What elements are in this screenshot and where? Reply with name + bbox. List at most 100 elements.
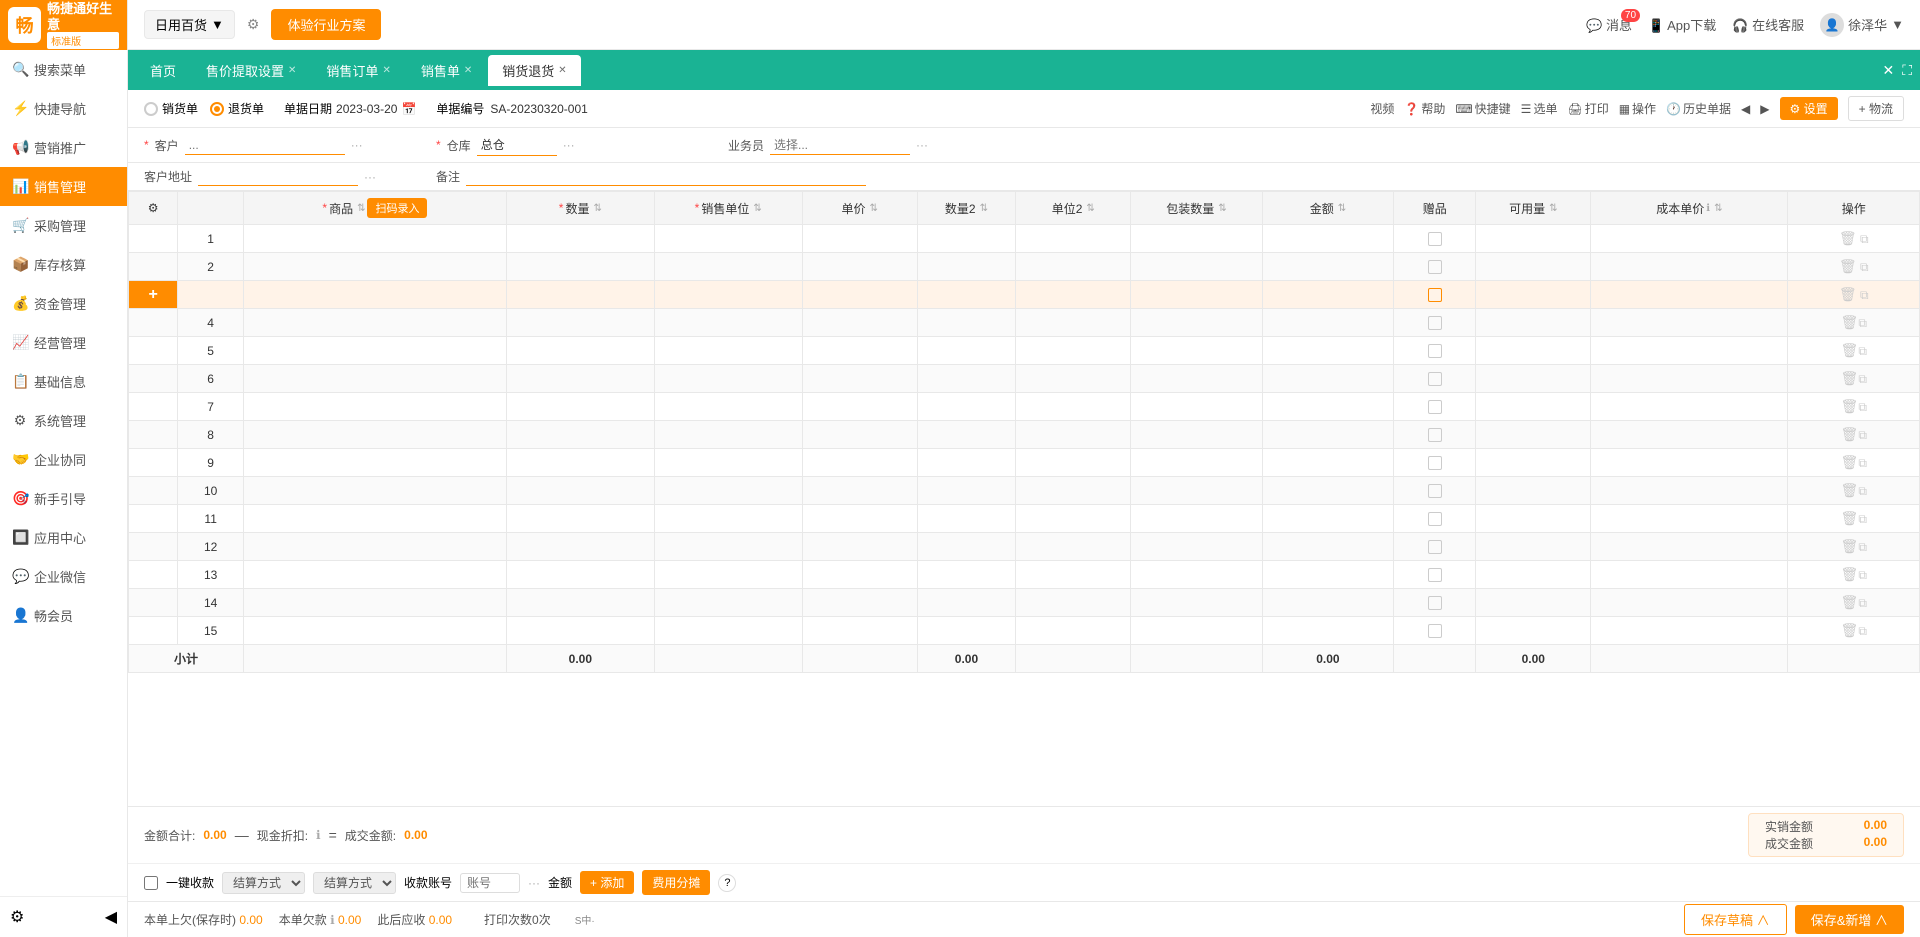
cost-sort-icon[interactable]: ⇅ xyxy=(1714,203,1722,214)
user-info[interactable]: 👤 徐泽华 ▼ xyxy=(1820,13,1904,37)
row-delete-btn[interactable]: 🗑 xyxy=(1841,622,1859,638)
tab-sales-order[interactable]: 销售订单 ✕ xyxy=(312,55,404,86)
sidebar-item-marketing[interactable]: 📢 营销推广 xyxy=(0,128,127,167)
customer-more-icon[interactable]: ··· xyxy=(351,138,363,152)
row-copy-btn[interactable]: ⧉ xyxy=(1860,288,1869,302)
table-gear-icon[interactable]: ⚙ xyxy=(148,201,159,215)
tab-home[interactable]: 首页 xyxy=(136,55,190,86)
row-copy-btn[interactable]: ⧉ xyxy=(1858,484,1867,498)
scan-btn[interactable]: 扫码录入 xyxy=(367,198,427,218)
discount-info-icon[interactable]: ℹ xyxy=(316,828,321,842)
maximize-btn[interactable]: ⛶ xyxy=(1902,62,1912,79)
tab-close-sales-return[interactable]: ✕ xyxy=(558,65,566,76)
sidebar-item-sales[interactable]: 📊 销售管理 xyxy=(0,167,127,206)
calendar-icon[interactable]: 📅 xyxy=(401,102,416,116)
sidebar-item-apps[interactable]: 🔲 应用中心 xyxy=(0,518,127,557)
row-copy-btn[interactable]: ⧉ xyxy=(1858,372,1867,386)
radio-sales-bill[interactable]: 销货单 xyxy=(144,100,198,117)
sidebar-item-purchase[interactable]: 🛒 采购管理 xyxy=(0,206,127,245)
row-delete-btn[interactable]: 🗑 xyxy=(1839,258,1857,274)
industry-dropdown[interactable]: 日用百货 ▼ xyxy=(144,10,235,39)
row-delete-btn[interactable]: 🗑 xyxy=(1841,510,1859,526)
row-delete-btn[interactable]: 🗑 xyxy=(1841,594,1859,610)
add-payment-btn[interactable]: + 添加 xyxy=(580,871,634,894)
qty2-sort-icon[interactable]: ⇅ xyxy=(980,203,988,214)
radio-return-bill[interactable]: 退货单 xyxy=(210,100,264,117)
row-delete-btn[interactable]: 🗑 xyxy=(1841,342,1859,358)
logistics-btn[interactable]: + 物流 xyxy=(1848,96,1904,121)
tab-sales[interactable]: 销售单 ✕ xyxy=(407,55,486,86)
row-copy-btn[interactable]: ⧉ xyxy=(1858,512,1867,526)
row-delete-btn[interactable]: 🗑 xyxy=(1841,454,1859,470)
sidebar-item-wechat[interactable]: 💬 企业微信 xyxy=(0,557,127,596)
fee-help-btn[interactable]: ? xyxy=(718,874,736,892)
row-copy-btn[interactable]: ⧉ xyxy=(1858,596,1867,610)
sidebar-item-member[interactable]: 👤 畅会员 xyxy=(0,596,127,635)
address-input[interactable] xyxy=(198,167,358,186)
onepay-checkbox[interactable] xyxy=(144,876,158,890)
fee-split-btn[interactable]: 费用分摊 xyxy=(642,870,710,895)
row-delete-btn[interactable]: 🗑 xyxy=(1841,426,1859,442)
add-row-btn[interactable]: + xyxy=(129,281,178,309)
settings-bottom-btn[interactable]: ⚙ xyxy=(10,907,24,927)
amount-sort-icon[interactable]: ⇅ xyxy=(1338,203,1346,214)
tab-close-sales[interactable]: ✕ xyxy=(464,65,472,76)
row-delete-btn[interactable]: 🗑 xyxy=(1841,314,1859,330)
sidebar-item-shortcuts[interactable]: ⚡ 快捷导航 xyxy=(0,89,127,128)
sidebar-item-system[interactable]: ⚙ 系统管理 xyxy=(0,401,127,440)
tab-close-sales-order[interactable]: ✕ xyxy=(382,65,390,76)
app-download-btn[interactable]: 📱 App下载 xyxy=(1648,15,1716,34)
row-copy-btn[interactable]: ⧉ xyxy=(1858,400,1867,414)
close-all-tabs-btn[interactable]: ✕ xyxy=(1882,62,1894,79)
staff-input[interactable] xyxy=(770,136,910,155)
unit-sort-icon[interactable]: ⇅ xyxy=(753,203,761,214)
row-delete-btn[interactable]: 🗑 xyxy=(1841,566,1859,582)
row-copy-btn[interactable]: ⧉ xyxy=(1858,568,1867,582)
print-btn[interactable]: 🖨 打印 xyxy=(1567,100,1608,117)
avail-sort-icon[interactable]: ⇅ xyxy=(1549,203,1557,214)
sidebar-item-guide[interactable]: 🎯 新手引导 xyxy=(0,479,127,518)
tab-close-price[interactable]: ✕ xyxy=(288,65,296,76)
history-btn[interactable]: 🕐 历史单据 xyxy=(1666,100,1731,117)
row-copy-btn[interactable]: ⧉ xyxy=(1858,456,1867,470)
settings-btn[interactable]: ⚙ 设置 xyxy=(1780,97,1838,120)
address-more-icon[interactable]: ··· xyxy=(364,170,376,184)
row-copy-btn[interactable]: ⧉ xyxy=(1858,316,1867,330)
online-service-btn[interactable]: 🎧 在线客服 xyxy=(1732,15,1804,34)
remark-input[interactable] xyxy=(466,167,866,186)
pkg-sort-icon[interactable]: ⇅ xyxy=(1218,203,1226,214)
warehouse-more-icon[interactable]: ··· xyxy=(563,138,575,152)
qty-sort-icon[interactable]: ⇅ xyxy=(593,203,601,214)
save-new-btn[interactable]: 保存&新增 ∧ xyxy=(1795,905,1904,934)
operate-btn[interactable]: ▦ 操作 xyxy=(1619,100,1656,117)
select-btn[interactable]: ☰ 选单 xyxy=(1521,100,1558,117)
customer-input[interactable] xyxy=(185,136,345,155)
tab-sales-return[interactable]: 销货退货 ✕ xyxy=(488,55,580,86)
row-copy-btn[interactable]: ⧉ xyxy=(1860,232,1869,246)
nav-next-icon[interactable]: ▶ xyxy=(1760,102,1769,116)
sidebar-item-inventory[interactable]: 📦 库存核算 xyxy=(0,245,127,284)
sidebar-item-search[interactable]: 🔍 搜索菜单 xyxy=(0,50,127,89)
row-delete-btn[interactable]: 🗑 xyxy=(1841,370,1859,386)
collapse-btn[interactable]: ◀ xyxy=(105,907,117,927)
help-btn[interactable]: ❓ 帮助 xyxy=(1404,100,1445,117)
staff-more-icon[interactable]: ··· xyxy=(916,138,928,152)
row-copy-btn[interactable]: ⧉ xyxy=(1858,428,1867,442)
row-copy-btn[interactable]: ⧉ xyxy=(1860,260,1869,274)
row-delete-btn[interactable]: 🗑 xyxy=(1839,230,1857,246)
settle-select[interactable]: 结算方式 xyxy=(222,872,305,894)
calc-select[interactable]: 结算方式 xyxy=(313,872,396,894)
row-delete-btn[interactable]: 🗑 xyxy=(1841,538,1859,554)
row-copy-btn[interactable]: ⧉ xyxy=(1858,344,1867,358)
receivable-info-icon[interactable]: ℹ xyxy=(330,913,335,927)
cost-info-icon[interactable]: ℹ xyxy=(1706,203,1710,214)
row-delete-btn[interactable]: 🗑 xyxy=(1839,286,1857,302)
col-gear[interactable]: ⚙ xyxy=(129,192,178,225)
trial-btn[interactable]: 体验行业方案 xyxy=(271,9,381,40)
price-sort-icon[interactable]: ⇅ xyxy=(869,203,877,214)
row-copy-btn[interactable]: ⧉ xyxy=(1858,624,1867,638)
video-btn[interactable]: 视频 xyxy=(1370,100,1394,117)
sidebar-item-enterprise[interactable]: 🤝 企业协同 xyxy=(0,440,127,479)
account-more-icon[interactable]: ··· xyxy=(528,876,540,890)
sidebar-item-finance[interactable]: 💰 资金管理 xyxy=(0,284,127,323)
